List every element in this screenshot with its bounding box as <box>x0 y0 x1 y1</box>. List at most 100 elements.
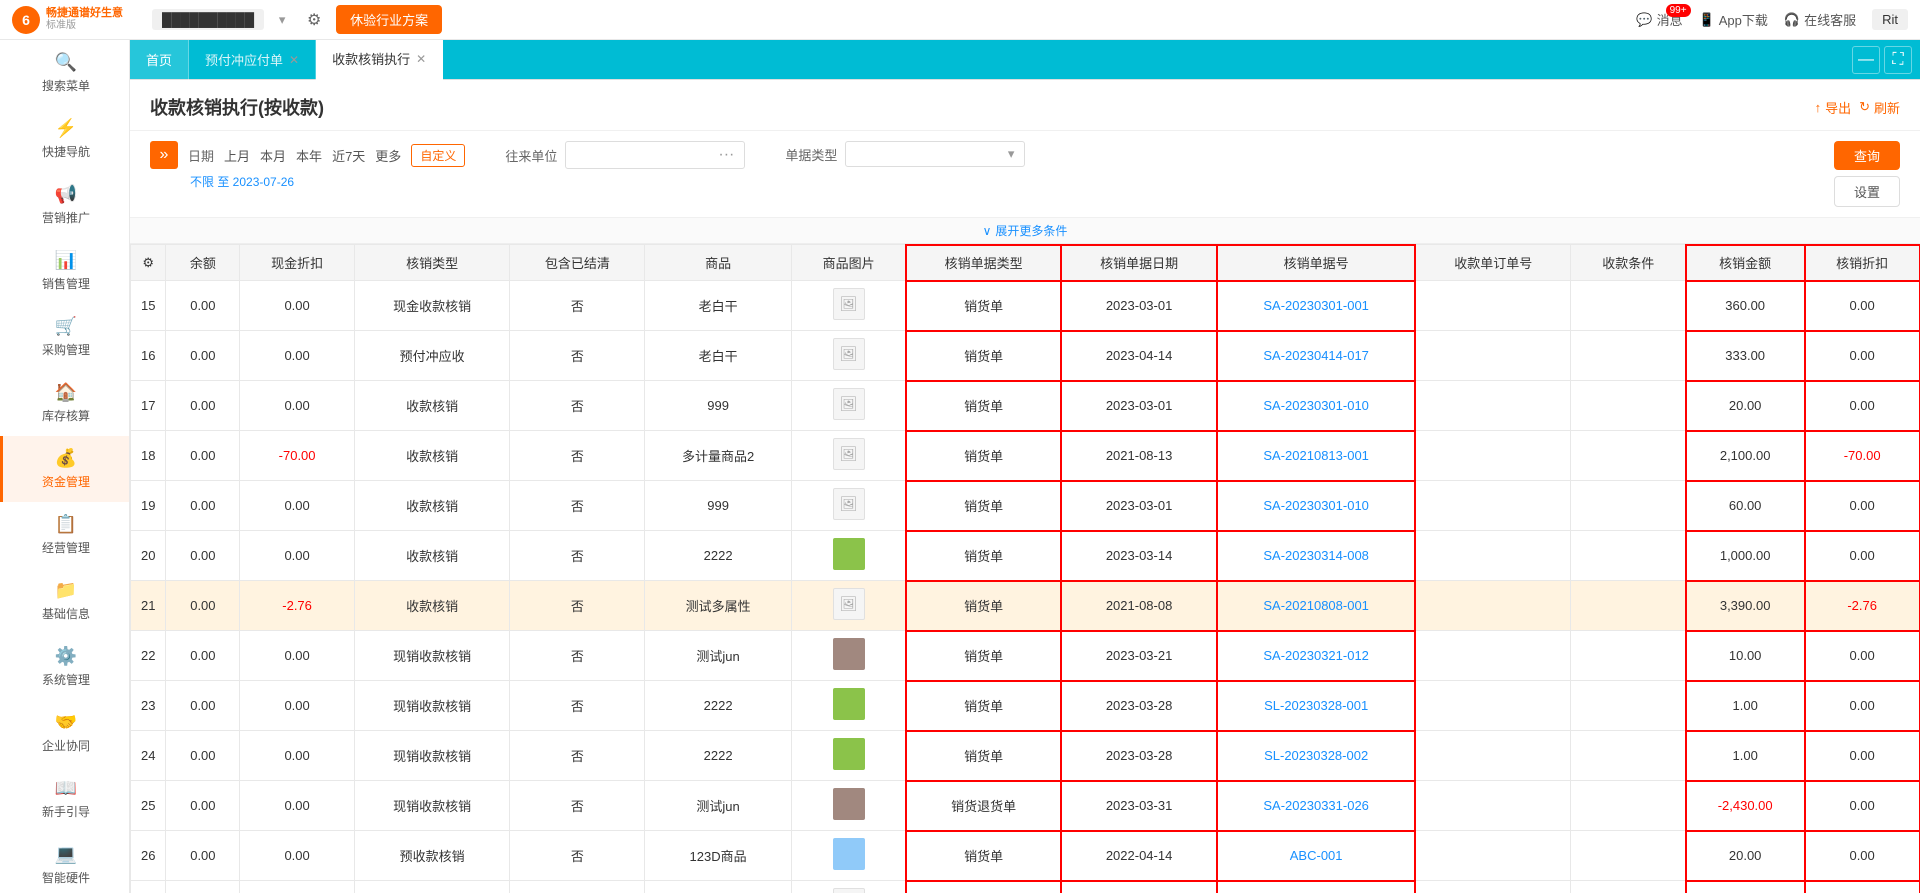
voucher-no-link[interactable]: SA-20210808-001 <box>1263 598 1369 613</box>
date-prev-month[interactable]: 上月 <box>224 146 250 165</box>
date-7days[interactable]: 近7天 <box>332 146 365 165</box>
cell-cash-discount: 0.00 <box>240 281 355 331</box>
cell-goods-image <box>791 381 906 431</box>
cell-writeoff-voucher-no[interactable]: SA-20230414-017 <box>1217 331 1416 381</box>
date-more[interactable]: 更多 <box>375 146 401 165</box>
voucher-no-link[interactable]: SA-20230301-010 <box>1263 398 1369 413</box>
cell-writeoff-amount: 1,000.00 <box>1686 531 1805 581</box>
voucher-no-link[interactable]: SA-20230301-001 <box>1263 298 1369 313</box>
col-writeoff-amount: 核销金额 <box>1686 245 1805 281</box>
cell-writeoff-voucher-no[interactable]: SA-20230314-008 <box>1217 531 1416 581</box>
user-name[interactable]: Rit <box>1872 9 1908 30</box>
cell-include-settled: 否 <box>510 681 645 731</box>
cell-cash-discount: 0.00 <box>240 331 355 381</box>
cell-writeoff-voucher-no[interactable]: SL-20230408-001 <box>1217 881 1416 893</box>
sidebar-item-5[interactable]: 🏠库存核算 <box>0 370 129 436</box>
goods-image <box>833 738 865 770</box>
industry-btn[interactable]: 休验行业方案 <box>336 5 442 34</box>
sidebar-item-9[interactable]: ⚙️系统管理 <box>0 634 129 700</box>
voucher-no-link[interactable]: SA-20230321-012 <box>1263 648 1369 663</box>
cell-writeoff-voucher-no[interactable]: SA-20210808-001 <box>1217 581 1416 631</box>
tab-maximize-btn[interactable]: ⛶ <box>1884 46 1912 74</box>
sidebar-item-8[interactable]: 📁基础信息 <box>0 568 129 634</box>
partner-input[interactable]: ··· <box>565 141 745 169</box>
tab-home[interactable]: 首页 <box>130 40 189 80</box>
expand-btn[interactable]: ∨ 展开更多条件 <box>983 222 1068 239</box>
messages-btn[interactable]: 💬 消息 99+ <box>1636 10 1682 29</box>
date-this-year[interactable]: 本年 <box>296 146 322 165</box>
sidebar-icon-8: 📁 <box>55 580 77 601</box>
cell-goods: 测试jun <box>645 631 791 681</box>
col-goods-image: 商品图片 <box>791 245 906 281</box>
cell-writeoff-voucher-no[interactable]: SL-20230328-001 <box>1217 681 1416 731</box>
app-download-btn[interactable]: 📱 App下载 <box>1699 10 1768 29</box>
cell-writeoff-voucher-type: 销货单 <box>906 531 1061 581</box>
voucher-type-select[interactable]: ▾ <box>845 141 1025 167</box>
voucher-no-link[interactable]: SL-20230328-001 <box>1264 698 1368 713</box>
sidebar-item-0[interactable]: 🔍搜索菜单 <box>0 40 129 106</box>
cell-cash-discount: -70.00 <box>240 431 355 481</box>
query-btn[interactable]: 查询 <box>1834 141 1900 170</box>
voucher-no-link[interactable]: SA-20230301-010 <box>1263 498 1369 513</box>
table-row: 20 0.00 0.00 收款核销 否 2222 销货单 2023-03-14 … <box>131 531 1920 581</box>
export-btn[interactable]: ↑ 导出 <box>1815 98 1852 117</box>
sidebar-item-2[interactable]: 📢营销推广 <box>0 172 129 238</box>
voucher-no-link[interactable]: SA-20230314-008 <box>1263 548 1369 563</box>
sidebar-label-11: 新手引导 <box>42 803 90 820</box>
col-settings[interactable]: ⚙ <box>131 245 166 281</box>
sidebar-icon-10: 🤝 <box>55 712 77 733</box>
cell-balance: 0.00 <box>166 831 240 881</box>
sidebar-item-7[interactable]: 📋经营管理 <box>0 502 129 568</box>
cell-writeoff-discount: 0.00 <box>1805 881 1920 893</box>
sidebar-item-6[interactable]: 💰资金管理 <box>0 436 129 502</box>
cell-writeoff-voucher-no[interactable]: SA-20230301-010 <box>1217 381 1416 431</box>
online-service-btn[interactable]: 🎧 在线客服 <box>1784 10 1856 29</box>
sidebar-item-12[interactable]: 💻智能硬件 <box>0 832 129 893</box>
cell-writeoff-voucher-no[interactable]: SA-20210813-001 <box>1217 431 1416 481</box>
cell-writeoff-voucher-no[interactable]: SA-20230321-012 <box>1217 631 1416 681</box>
sidebar-item-10[interactable]: 🤝企业协同 <box>0 700 129 766</box>
cell-writeoff-amount: 20.00 <box>1686 831 1805 881</box>
voucher-no-link[interactable]: SA-20230331-026 <box>1263 798 1369 813</box>
tab-minimize-btn[interactable]: — <box>1852 46 1880 74</box>
cell-include-settled: 否 <box>510 531 645 581</box>
cell-writeoff-discount: 0.00 <box>1805 631 1920 681</box>
company-dropdown-icon[interactable]: ▾ <box>272 10 292 30</box>
settings-icon[interactable]: ⚙ <box>300 6 328 34</box>
cell-no: 19 <box>131 481 166 531</box>
refresh-btn[interactable]: ↻ 刷新 <box>1859 98 1900 117</box>
sidebar-item-1[interactable]: ⚡快捷导航 <box>0 106 129 172</box>
logo-area: 6 畅捷通谱好生意 标准版 <box>12 6 142 34</box>
cell-no: 27 <box>131 881 166 893</box>
sidebar-item-11[interactable]: 📖新手引导 <box>0 766 129 832</box>
sidebar-label-0: 搜索菜单 <box>42 77 90 94</box>
cell-include-settled: 否 <box>510 431 645 481</box>
cell-include-settled: 否 <box>510 631 645 681</box>
tab-writeoff[interactable]: 收款核销执行 ✕ <box>316 40 443 80</box>
sidebar-item-4[interactable]: 🛒采购管理 <box>0 304 129 370</box>
sidebar-item-3[interactable]: 📊销售管理 <box>0 238 129 304</box>
app-edition: 标准版 <box>46 20 123 32</box>
tab-prepay[interactable]: 预付冲应付单 ✕ <box>189 40 316 80</box>
partner-filter-group: 往来单位 ··· <box>505 141 745 169</box>
company-name[interactable]: ██████████ <box>152 9 264 30</box>
cell-writeoff-voucher-no[interactable]: SL-20230328-002 <box>1217 731 1416 781</box>
date-custom-btn[interactable]: 自定义 <box>411 144 465 167</box>
cell-writeoff-type: 现销收款核销 <box>354 631 509 681</box>
voucher-no-link[interactable]: SA-20230414-017 <box>1263 348 1369 363</box>
voucher-no-link[interactable]: SL-20230328-002 <box>1264 748 1368 763</box>
cell-no: 18 <box>131 431 166 481</box>
sidebar: 🔍搜索菜单⚡快捷导航📢营销推广📊销售管理🛒采购管理🏠库存核算💰资金管理📋经营管理… <box>0 40 130 893</box>
cell-writeoff-voucher-date: 2023-04-08 <box>1061 881 1216 893</box>
cell-writeoff-voucher-no[interactable]: SA-20230301-010 <box>1217 481 1416 531</box>
cell-writeoff-voucher-no[interactable]: SA-20230331-026 <box>1217 781 1416 831</box>
tab-writeoff-close[interactable]: ✕ <box>416 52 426 66</box>
date-this-month[interactable]: 本月 <box>260 146 286 165</box>
cell-writeoff-voucher-no[interactable]: ABC-001 <box>1217 831 1416 881</box>
voucher-no-link[interactable]: SA-20210813-001 <box>1263 448 1369 463</box>
filter-settings-btn[interactable]: 设置 <box>1834 176 1900 207</box>
tab-prepay-close[interactable]: ✕ <box>289 53 299 67</box>
cell-writeoff-voucher-no[interactable]: SA-20230301-001 <box>1217 281 1416 331</box>
voucher-no-link[interactable]: ABC-001 <box>1290 848 1343 863</box>
filter-toggle-btn[interactable]: » <box>150 141 178 169</box>
